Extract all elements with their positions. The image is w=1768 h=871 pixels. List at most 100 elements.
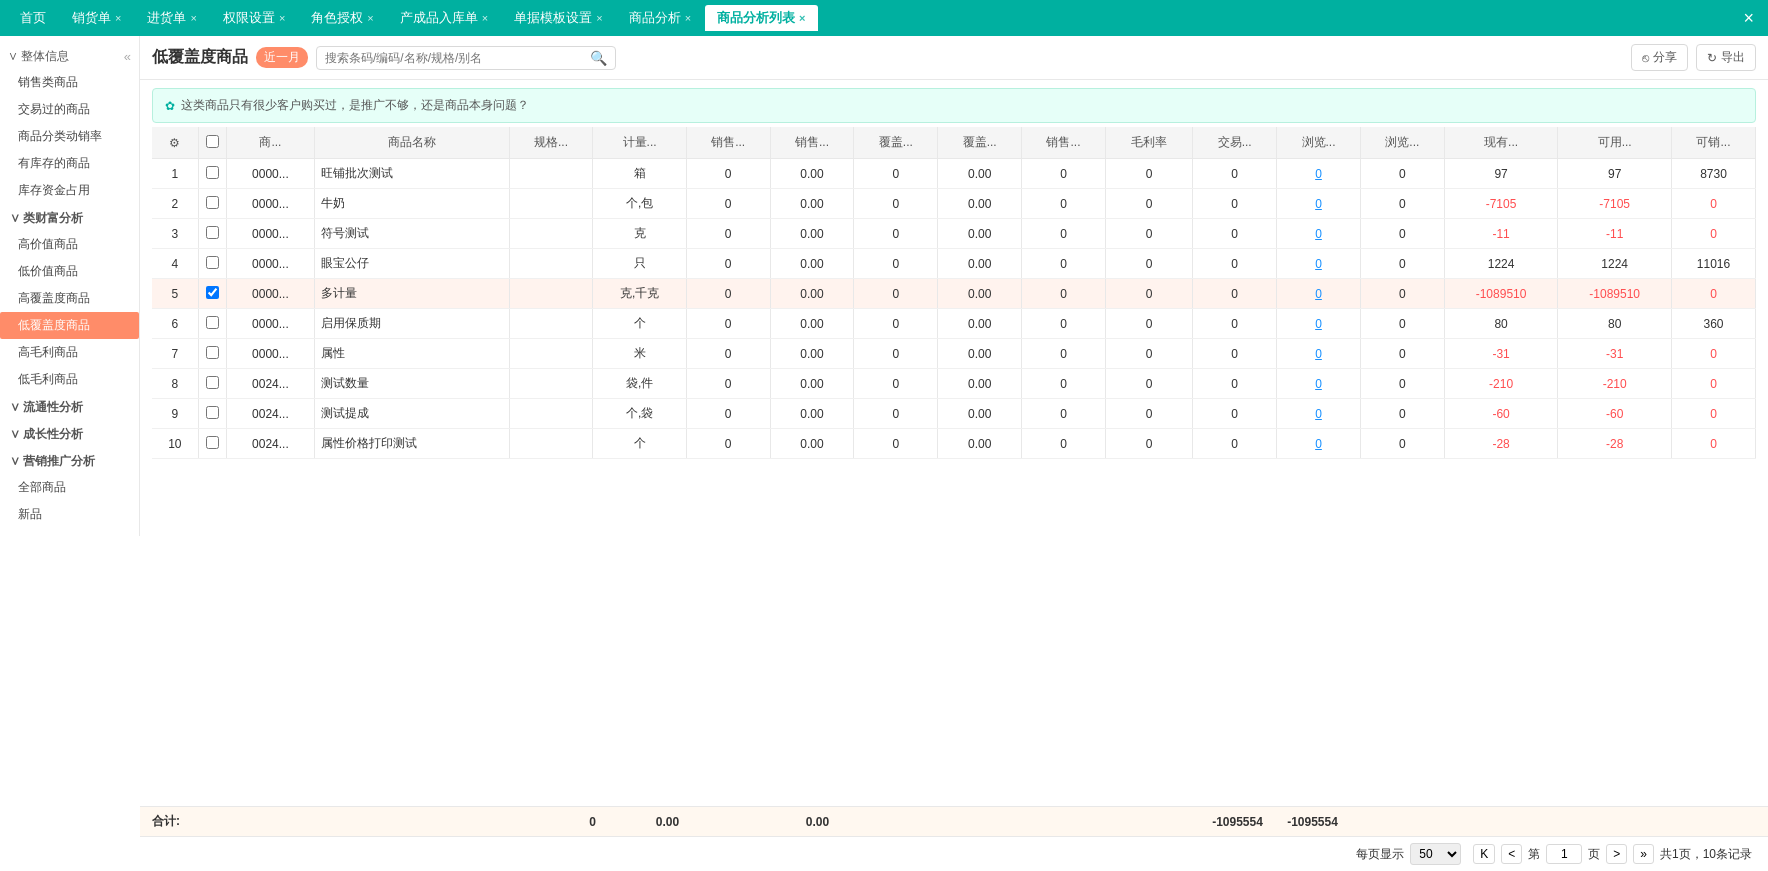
- row-spec: [509, 399, 593, 429]
- nav-close-role[interactable]: ×: [367, 12, 373, 24]
- sidebar-collapse-btn[interactable]: «: [124, 49, 131, 64]
- nav-home[interactable]: 首页: [8, 5, 58, 31]
- nav-close-permissions[interactable]: ×: [279, 12, 285, 24]
- nav-purchase[interactable]: 进货单 ×: [135, 5, 208, 31]
- row-name: 旺铺批次测试: [315, 159, 509, 189]
- next-page-btn[interactable]: >: [1606, 844, 1627, 864]
- table-row: 30000...符号测试克00.0000.0000000-11-110: [152, 219, 1756, 249]
- date-tag[interactable]: 近一月: [256, 47, 308, 68]
- nav-product-analysis[interactable]: 商品分析 ×: [617, 5, 703, 31]
- per-page-select[interactable]: 20 50 100: [1410, 843, 1461, 865]
- nav-close-all-btn[interactable]: ×: [1737, 8, 1760, 29]
- row-checkbox[interactable]: [198, 369, 226, 399]
- row-view1[interactable]: 0: [1277, 249, 1361, 279]
- nav-close-analysis-list[interactable]: ×: [799, 12, 805, 24]
- sidebar-section-growth[interactable]: ∨ 成长性分析: [0, 420, 139, 447]
- row-sales-qty: 0: [686, 249, 770, 279]
- row-view2: 0: [1360, 219, 1444, 249]
- sidebar-item-high-coverage[interactable]: 高覆盖度商品: [0, 285, 139, 312]
- last-page-btn[interactable]: »: [1633, 844, 1654, 864]
- row-checkbox[interactable]: [198, 339, 226, 369]
- sidebar-item-capital[interactable]: 库存资金占用: [0, 177, 139, 204]
- page-label-before: 第: [1528, 846, 1540, 863]
- row-stock2: -7105: [1558, 189, 1672, 219]
- sidebar-item-high-margin[interactable]: 高毛利商品: [0, 339, 139, 366]
- row-trade: 0: [1193, 219, 1277, 249]
- row-unit: 克: [593, 219, 686, 249]
- row-checkbox[interactable]: [198, 219, 226, 249]
- table-row: 70000...属性米00.0000.0000000-31-310: [152, 339, 1756, 369]
- nav-analysis-list[interactable]: 商品分析列表 ×: [705, 5, 817, 31]
- sidebar-section-liquidity[interactable]: ∨ 流通性分析: [0, 393, 139, 420]
- row-checkbox[interactable]: [198, 399, 226, 429]
- row-unit: 克,千克: [593, 279, 686, 309]
- row-stock1: 80: [1444, 309, 1558, 339]
- row-view1[interactable]: 0: [1277, 279, 1361, 309]
- first-page-btn[interactable]: K: [1473, 844, 1495, 864]
- row-checkbox[interactable]: [198, 189, 226, 219]
- sidebar-item-low-margin[interactable]: 低毛利商品: [0, 366, 139, 393]
- nav-template-settings[interactable]: 单据模板设置 ×: [502, 5, 614, 31]
- prev-page-btn[interactable]: <: [1501, 844, 1522, 864]
- sidebar: ∨ 整体信息 « 销售类商品 交易过的商品 商品分类动销率 有库存的商品 库存资…: [0, 36, 140, 536]
- nav-role-auth[interactable]: 角色授权 ×: [299, 5, 385, 31]
- sidebar-section-wealth[interactable]: ∨ 类财富分析: [0, 204, 139, 231]
- footer-stock2: -1095554: [1275, 815, 1350, 829]
- row-cover2: 0.00: [938, 339, 1022, 369]
- sidebar-item-traded-products[interactable]: 交易过的商品: [0, 96, 139, 123]
- sidebar-item-high-value[interactable]: 高价值商品: [0, 231, 139, 258]
- row-num: 2: [152, 189, 198, 219]
- row-checkbox[interactable]: [198, 309, 226, 339]
- row-checkbox[interactable]: [198, 159, 226, 189]
- sidebar-item-all-products[interactable]: 全部商品: [0, 474, 139, 501]
- row-stock1: -60: [1444, 399, 1558, 429]
- row-view1[interactable]: 0: [1277, 219, 1361, 249]
- row-code: 0000...: [226, 279, 315, 309]
- data-table: ⚙ 商... 商品名称 规格... 计量... 销售... 销售... 覆盖..…: [152, 127, 1756, 459]
- row-code: 0000...: [226, 219, 315, 249]
- row-view1[interactable]: 0: [1277, 189, 1361, 219]
- row-sellable: 360: [1672, 309, 1756, 339]
- sidebar-item-low-coverage[interactable]: 低覆盖度商品: [0, 312, 139, 339]
- nav-close-sales[interactable]: ×: [115, 12, 121, 24]
- nav-permissions[interactable]: 权限设置 ×: [211, 5, 297, 31]
- share-button[interactable]: ⎋ 分享: [1631, 44, 1688, 71]
- nav-sales-order[interactable]: 销货单 ×: [60, 5, 133, 31]
- select-all-checkbox[interactable]: [206, 135, 219, 148]
- sidebar-item-in-stock[interactable]: 有库存的商品: [0, 150, 139, 177]
- row-view1[interactable]: 0: [1277, 429, 1361, 459]
- col-stock2: 可用...: [1558, 127, 1672, 159]
- col-sales-qty: 销售...: [686, 127, 770, 159]
- export-button[interactable]: ↻ 导出: [1696, 44, 1756, 71]
- row-unit: 箱: [593, 159, 686, 189]
- nav-close-purchase[interactable]: ×: [190, 12, 196, 24]
- row-view1[interactable]: 0: [1277, 309, 1361, 339]
- row-sales-qty: 0: [686, 369, 770, 399]
- row-checkbox[interactable]: [198, 279, 226, 309]
- row-num: 1: [152, 159, 198, 189]
- row-spec: [509, 249, 593, 279]
- col-settings[interactable]: ⚙: [152, 127, 198, 159]
- row-name: 测试提成: [315, 399, 509, 429]
- row-checkbox[interactable]: [198, 249, 226, 279]
- sidebar-item-category-rate[interactable]: 商品分类动销率: [0, 123, 139, 150]
- page-number-input[interactable]: [1546, 844, 1582, 864]
- nav-close-warehouse[interactable]: ×: [482, 12, 488, 24]
- nav-close-template[interactable]: ×: [596, 12, 602, 24]
- main-layout: ∨ 整体信息 « 销售类商品 交易过的商品 商品分类动销率 有库存的商品 库存资…: [0, 36, 1768, 871]
- sidebar-section-marketing[interactable]: ∨ 营销推广分析: [0, 447, 139, 474]
- row-view1[interactable]: 0: [1277, 399, 1361, 429]
- row-view1[interactable]: 0: [1277, 369, 1361, 399]
- nav-product-warehouse[interactable]: 产成品入库单 ×: [388, 5, 500, 31]
- row-view1[interactable]: 0: [1277, 339, 1361, 369]
- row-stock1: -7105: [1444, 189, 1558, 219]
- row-view1[interactable]: 0: [1277, 159, 1361, 189]
- row-spec: [509, 219, 593, 249]
- nav-close-analysis[interactable]: ×: [685, 12, 691, 24]
- row-checkbox[interactable]: [198, 429, 226, 459]
- sidebar-item-low-value[interactable]: 低价值商品: [0, 258, 139, 285]
- sidebar-item-sales-products[interactable]: 销售类商品: [0, 69, 139, 96]
- sidebar-item-new-products[interactable]: 新品: [0, 501, 139, 528]
- search-icon[interactable]: 🔍: [590, 50, 607, 66]
- search-input[interactable]: [325, 51, 590, 65]
